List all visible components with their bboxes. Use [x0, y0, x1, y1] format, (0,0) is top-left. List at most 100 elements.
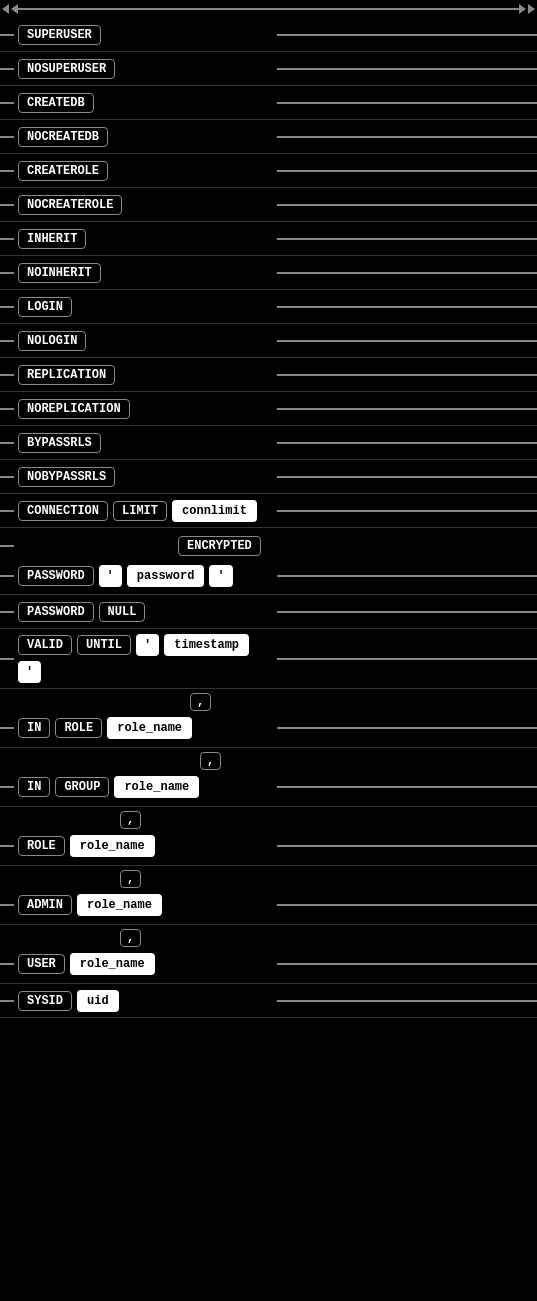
row-nocreatedb: NOCREATEDB — [0, 120, 537, 154]
line-end — [531, 306, 537, 308]
line-right — [277, 904, 532, 906]
row-content2: PASSWORD ' password ' — [14, 563, 277, 589]
line-end — [531, 845, 537, 847]
arrow-right2-icon — [528, 4, 535, 14]
token-timestamp: timestamp — [164, 634, 249, 656]
row-noinherit: NOINHERIT — [0, 256, 537, 290]
line-end — [531, 102, 537, 104]
line-left — [0, 963, 14, 965]
token-noreplication: NOREPLICATION — [18, 399, 130, 419]
row-nocreaterole: NOCREATEROLE — [0, 188, 537, 222]
line-end — [531, 340, 537, 342]
line-left — [0, 68, 14, 70]
row-content: INHERIT — [14, 227, 277, 251]
comma-loop-admin: , — [0, 868, 537, 890]
token-password2: PASSWORD — [18, 602, 94, 622]
line-right — [277, 238, 532, 240]
line-right — [277, 658, 532, 660]
line-left — [0, 102, 14, 104]
row-content: ADMIN role_name — [14, 892, 277, 918]
line-left — [0, 786, 14, 788]
line-right — [277, 476, 532, 478]
row-replication: REPLICATION — [0, 358, 537, 392]
line-right — [277, 786, 532, 788]
row-sysid: SYSID uid — [0, 984, 537, 1018]
row-content: NOLOGIN — [14, 329, 277, 353]
token-role-name-5: role_name — [70, 953, 155, 975]
line-left — [0, 442, 14, 444]
token-login: LOGIN — [18, 297, 72, 317]
line-left2 — [0, 575, 14, 577]
line-left — [0, 545, 14, 547]
row-createrole: CREATEROLE — [0, 154, 537, 188]
row-content: SUPERUSER — [14, 23, 277, 47]
line-left — [0, 136, 14, 138]
line-end — [531, 510, 537, 512]
line-right — [277, 727, 532, 729]
comma-loop-in-role: , — [0, 691, 537, 713]
token-null: NULL — [99, 602, 146, 622]
row-content: NOSUPERUSER — [14, 57, 277, 81]
line-left — [0, 34, 14, 36]
line-right — [277, 34, 532, 36]
row-login: LOGIN — [0, 290, 537, 324]
token-replication: REPLICATION — [18, 365, 115, 385]
line-left — [0, 727, 14, 729]
line-left — [0, 374, 14, 376]
line-left — [0, 845, 14, 847]
row-content: SYSID uid — [14, 988, 277, 1014]
line-right — [277, 408, 532, 410]
line-left — [0, 238, 14, 240]
row-content: CREATEROLE — [14, 159, 277, 183]
line-right — [277, 845, 532, 847]
row-content: REPLICATION — [14, 363, 277, 387]
line-right — [277, 272, 532, 274]
token-createdb: CREATEDB — [18, 93, 94, 113]
row-bypassrls: BYPASSRLS — [0, 426, 537, 460]
comma-loop-in-group: , — [0, 750, 537, 772]
row-content: NOCREATEROLE — [14, 193, 277, 217]
token-role-kw: ROLE — [55, 718, 102, 738]
token-noinherit: NOINHERIT — [18, 263, 101, 283]
row-in-group: IN GROUP role_name — [0, 772, 537, 802]
row-superuser: SUPERUSER — [0, 18, 537, 52]
line-right — [277, 340, 532, 342]
line-end — [531, 1000, 537, 1002]
token-quote3: ' — [136, 634, 159, 656]
row-password-null: PASSWORD NULL — [0, 595, 537, 629]
row-password-group: ENCRYPTED PASSWORD ' password ' — [0, 528, 537, 595]
row-password-bottom: PASSWORD ' password ' — [0, 561, 537, 591]
line-left — [0, 170, 14, 172]
line-end — [531, 170, 537, 172]
token-role-name-1: role_name — [107, 717, 192, 739]
line-left — [0, 904, 14, 906]
row-content: CREATEDB — [14, 91, 277, 115]
token-superuser: SUPERUSER — [18, 25, 101, 45]
row-createdb: CREATEDB — [0, 86, 537, 120]
diagram-container: SUPERUSER NOSUPERUSER CREATEDB NOCREATED… — [0, 0, 537, 1018]
line-left — [0, 476, 14, 478]
token-group-kw: GROUP — [55, 777, 109, 797]
line-left — [0, 204, 14, 206]
token-admin: ADMIN — [18, 895, 72, 915]
token-role-name-3: role_name — [70, 835, 155, 857]
line-left — [0, 510, 14, 512]
token-nocreaterole: NOCREATEROLE — [18, 195, 122, 215]
line-left — [0, 658, 14, 660]
row-content: ENCRYPTED — [14, 534, 537, 558]
line-end — [531, 68, 537, 70]
line-end — [531, 611, 537, 613]
token-connection: CONNECTION — [18, 501, 108, 521]
token-valid: VALID — [18, 635, 72, 655]
token-comma-in-group: , — [200, 752, 221, 770]
line-end — [531, 727, 537, 729]
line-end — [531, 963, 537, 965]
token-quote4: ' — [18, 661, 41, 683]
line-end — [531, 476, 537, 478]
line-right — [277, 204, 532, 206]
token-connlimit: connlimit — [172, 500, 257, 522]
token-password-var: password — [127, 565, 205, 587]
token-encrypted: ENCRYPTED — [178, 536, 261, 556]
row-content: VALID UNTIL ' timestamp ' — [14, 632, 277, 685]
line-right — [277, 374, 532, 376]
